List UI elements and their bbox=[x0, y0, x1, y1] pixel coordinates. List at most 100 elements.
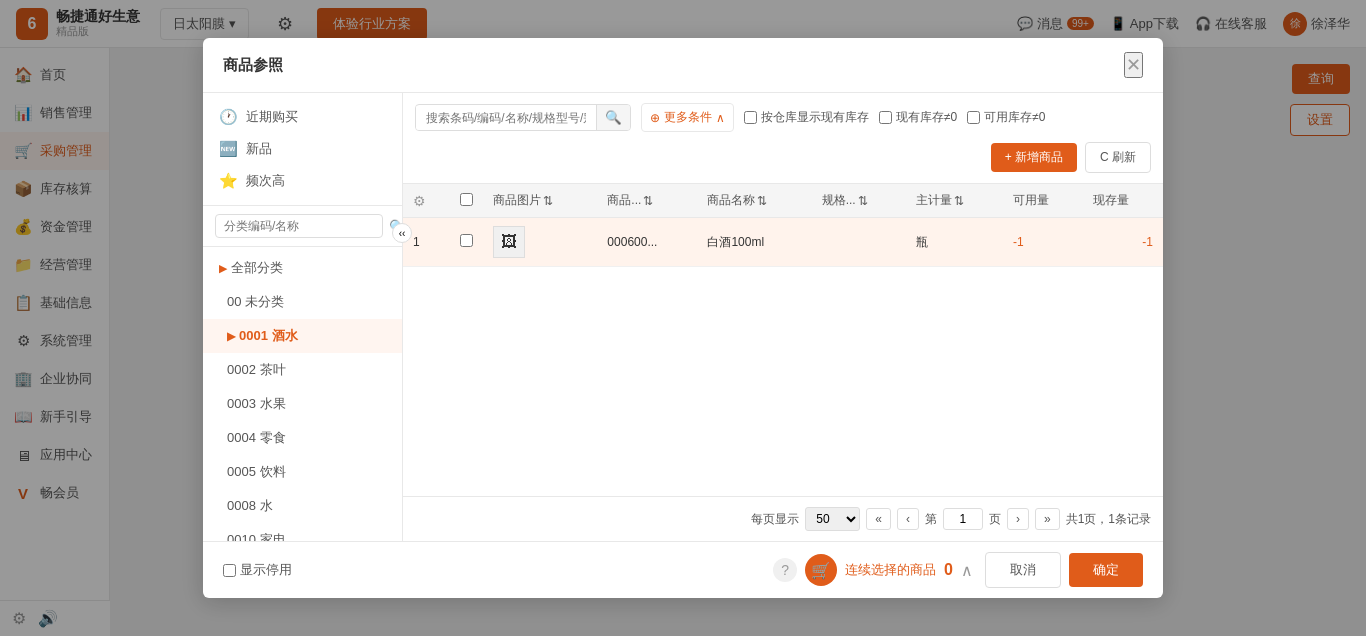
column-settings-btn[interactable]: ⚙ bbox=[413, 193, 426, 209]
quick-nav-frequent[interactable]: ⭐ 频次高 bbox=[203, 165, 402, 197]
product-table-area: ⚙ 商品图片 ⇅ bbox=[403, 184, 1163, 496]
sort-code[interactable]: 商品... ⇅ bbox=[607, 192, 653, 209]
pagination: 每页显示 50 100 200 « ‹ 第 页 › » 共1页，1条记录 bbox=[403, 496, 1163, 541]
frequent-icon: ⭐ bbox=[219, 172, 238, 190]
cancel-btn[interactable]: 取消 bbox=[985, 552, 1061, 588]
sort-name[interactable]: 商品名称 ⇅ bbox=[707, 192, 767, 209]
category-drinks[interactable]: 0005 饮料 bbox=[203, 455, 402, 489]
sort-image[interactable]: 商品图片 ⇅ bbox=[493, 192, 553, 209]
footer-center: ? 🛒 连续选择的商品 0 ∧ bbox=[773, 554, 973, 586]
row-checkbox[interactable] bbox=[460, 234, 473, 247]
modal-toolbar: 🔍 ⊕ 更多条件 ∧ 按仓库显示现有库存 现有库存≠0 bbox=[403, 93, 1163, 184]
sort-icon-name: ⇅ bbox=[757, 194, 767, 208]
per-page-select[interactable]: 50 100 200 bbox=[805, 507, 860, 531]
category-appliance[interactable]: 0010 家电 bbox=[203, 523, 402, 541]
search-btn[interactable]: 🔍 bbox=[596, 105, 630, 130]
category-list: ▶ 全部分类 00 未分类 ▶ 0001 酒水 0002 茶叶 0003 水果 bbox=[203, 247, 402, 541]
th-code: 商品... ⇅ bbox=[597, 184, 697, 218]
sort-unit[interactable]: 主计量 ⇅ bbox=[916, 192, 964, 209]
category-fruit[interactable]: 0003 水果 bbox=[203, 387, 402, 421]
th-settings: ⚙ bbox=[403, 184, 450, 218]
first-page-btn[interactable]: « bbox=[866, 508, 891, 530]
chevron-left-icon: ‹‹ bbox=[399, 228, 406, 239]
warehouse-checkbox-label[interactable]: 按仓库显示现有库存 bbox=[744, 109, 869, 126]
quick-nav-recent[interactable]: 🕐 近期购买 bbox=[203, 101, 402, 133]
filter-btn[interactable]: ⊕ 更多条件 ∧ bbox=[641, 103, 734, 132]
category-tea[interactable]: 0002 茶叶 bbox=[203, 353, 402, 387]
filter-icon: ⊕ bbox=[650, 111, 660, 125]
th-unit: 主计量 ⇅ bbox=[906, 184, 1003, 218]
category-snacks[interactable]: 0004 零食 bbox=[203, 421, 402, 455]
table-row[interactable]: 1 🖼 000600... 白酒100ml 瓶 bbox=[403, 218, 1163, 267]
page-number-input[interactable] bbox=[943, 508, 983, 530]
modal-dialog: 商品参照 ✕ 🕐 近期购买 🆕 新品 ⭐ 频次高 bbox=[203, 38, 1163, 598]
cell-unit: 瓶 bbox=[906, 218, 1003, 267]
stock-nonzero-checkbox[interactable] bbox=[879, 111, 892, 124]
category-search-input[interactable] bbox=[215, 214, 383, 238]
toolbar-right: + 新增商品 C 刷新 bbox=[991, 142, 1151, 173]
modal-right-panel: 🔍 ⊕ 更多条件 ∧ 按仓库显示现有库存 现有库存≠0 bbox=[403, 93, 1163, 541]
modal-left-panel: 🕐 近期购买 🆕 新品 ⭐ 频次高 ‹‹ bbox=[203, 93, 403, 541]
sort-icon: ⇅ bbox=[543, 194, 553, 208]
new-product-btn[interactable]: + 新增商品 bbox=[991, 143, 1077, 172]
modal-overlay: 商品参照 ✕ 🕐 近期购买 🆕 新品 ⭐ 频次高 bbox=[0, 0, 1366, 636]
th-checkbox bbox=[450, 184, 483, 218]
th-stock: 现存量 bbox=[1083, 184, 1163, 218]
refresh-btn[interactable]: C 刷新 bbox=[1085, 142, 1151, 173]
modal-body: 🕐 近期购买 🆕 新品 ⭐ 频次高 ‹‹ bbox=[203, 93, 1163, 541]
modal-footer: 显示停用 ? 🛒 连续选择的商品 0 ∧ 取消 确定 bbox=[203, 541, 1163, 598]
total-info: 共1页，1条记录 bbox=[1066, 511, 1151, 528]
category-liquor[interactable]: ▶ 0001 酒水 bbox=[203, 319, 402, 353]
cell-available: -1 bbox=[1003, 218, 1083, 267]
category-search: 🔍 bbox=[203, 206, 402, 247]
available-nonzero-checkbox[interactable] bbox=[967, 111, 980, 124]
cell-checkbox bbox=[450, 218, 483, 267]
search-box: 🔍 bbox=[415, 104, 631, 131]
product-table: ⚙ 商品图片 ⇅ bbox=[403, 184, 1163, 267]
next-page-btn[interactable]: › bbox=[1007, 508, 1029, 530]
sort-spec[interactable]: 规格... ⇅ bbox=[822, 192, 868, 209]
cart-icon[interactable]: 🛒 bbox=[805, 554, 837, 586]
sort-icon-unit: ⇅ bbox=[954, 194, 964, 208]
recent-icon: 🕐 bbox=[219, 108, 238, 126]
product-search-input[interactable] bbox=[416, 106, 596, 130]
cell-code: 000600... bbox=[597, 218, 697, 267]
th-image: 商品图片 ⇅ bbox=[483, 184, 597, 218]
confirm-btn[interactable]: 确定 bbox=[1069, 553, 1143, 587]
cell-image: 🖼 bbox=[483, 218, 597, 267]
cell-num: 1 bbox=[403, 218, 450, 267]
sort-icon-code: ⇅ bbox=[643, 194, 653, 208]
category-uncategorized[interactable]: 00 未分类 bbox=[203, 285, 402, 319]
available-nonzero-checkbox-label[interactable]: 可用库存≠0 bbox=[967, 109, 1045, 126]
category-water[interactable]: 0008 水 bbox=[203, 489, 402, 523]
modal-header: 商品参照 ✕ bbox=[203, 38, 1163, 93]
chevron-up-icon: ∧ bbox=[716, 111, 725, 125]
stock-nonzero-checkbox-label[interactable]: 现有库存≠0 bbox=[879, 109, 957, 126]
quick-nav: 🕐 近期购买 🆕 新品 ⭐ 频次高 bbox=[203, 93, 402, 206]
cell-name: 白酒100ml bbox=[697, 218, 811, 267]
sort-icon-spec: ⇅ bbox=[858, 194, 868, 208]
new-product-icon: 🆕 bbox=[219, 140, 238, 158]
cell-spec bbox=[812, 218, 906, 267]
show-disabled-label[interactable]: 显示停用 bbox=[223, 561, 292, 579]
last-page-btn[interactable]: » bbox=[1035, 508, 1060, 530]
modal-title: 商品参照 bbox=[223, 56, 283, 75]
th-available: 可用量 bbox=[1003, 184, 1083, 218]
cell-stock: -1 bbox=[1083, 218, 1163, 267]
modal-close-btn[interactable]: ✕ bbox=[1124, 52, 1143, 78]
select-all-checkbox[interactable] bbox=[460, 193, 473, 206]
show-disabled-checkbox[interactable] bbox=[223, 564, 236, 577]
footer-actions: 取消 确定 bbox=[985, 552, 1143, 588]
category-all[interactable]: ▶ 全部分类 bbox=[203, 251, 402, 285]
active-arrow-icon: ▶ bbox=[227, 330, 235, 343]
th-name: 商品名称 ⇅ bbox=[697, 184, 811, 218]
warehouse-checkbox[interactable] bbox=[744, 111, 757, 124]
prev-page-btn[interactable]: ‹ bbox=[897, 508, 919, 530]
th-spec: 规格... ⇅ bbox=[812, 184, 906, 218]
collapse-panel-btn[interactable]: ‹‹ bbox=[392, 223, 412, 243]
quick-nav-new[interactable]: 🆕 新品 bbox=[203, 133, 402, 165]
cart-glyph: 🛒 bbox=[811, 561, 831, 580]
help-icon-btn[interactable]: ? bbox=[773, 558, 797, 582]
collapse-cart-btn[interactable]: ∧ bbox=[961, 561, 973, 580]
arrow-icon: ▶ bbox=[219, 262, 227, 275]
